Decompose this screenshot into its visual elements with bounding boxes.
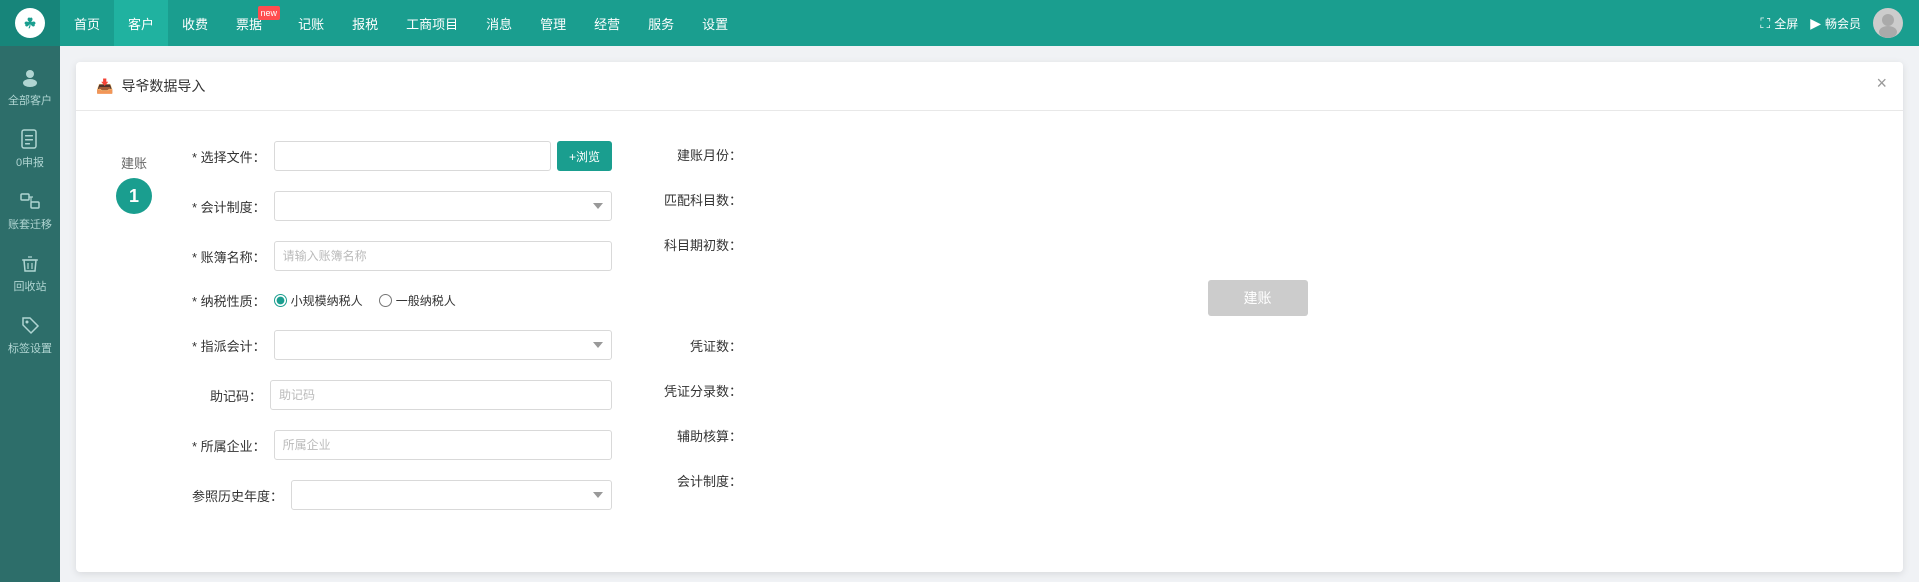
nav-item-service[interactable]: 服务	[634, 0, 688, 46]
nav-right: ⛶ 全屏 ▶ 畅会员	[1760, 8, 1919, 38]
file-input[interactable]	[274, 141, 551, 171]
sidebar: 全部客户 0申报 账套迁移 回收站 标签设置	[0, 46, 60, 582]
info-row-initial-subjects: 科目期初数：	[652, 235, 1863, 254]
panel-header: 📥 导爷数据导入	[76, 62, 1903, 111]
tax-type-row: * 纳税性质： 小规模纳税人 一般纳税人	[192, 291, 612, 310]
history-year-row: 参照历史年度：	[192, 480, 612, 510]
nav-item-clients[interactable]: 客户	[114, 0, 168, 46]
accounting-system-select[interactable]	[274, 191, 612, 221]
content-area: 📥 导爷数据导入 × 建账 1 * 选择文件：	[60, 46, 1919, 582]
accountant-label: * 指派会计：	[192, 336, 266, 355]
recycle-icon	[19, 252, 41, 274]
nav-item-tax[interactable]: 报税	[338, 0, 392, 46]
main-layout: 全部客户 0申报 账套迁移 回收站 标签设置	[0, 46, 1919, 582]
close-button[interactable]: ×	[1876, 74, 1887, 92]
fullscreen-button[interactable]: ⛶ 全屏	[1760, 15, 1798, 32]
file-input-wrap: +浏览	[274, 141, 612, 171]
top-nav: ☘ 首页 客户 收费 票据 new 记账 报税 工商项目 消息 管理	[0, 0, 1919, 46]
ledger-name-input[interactable]	[274, 241, 612, 271]
import-icon: 📥	[96, 78, 113, 95]
user-icon	[19, 66, 41, 88]
file-row: * 选择文件： +浏览	[192, 141, 612, 171]
form-area: 建账 1 * 选择文件： +浏览 * 会计制度	[76, 111, 1903, 560]
sidebar-item-ledger-migration[interactable]: 账套迁移	[0, 180, 60, 242]
month-label: 建账月份：	[652, 145, 742, 164]
ledger-name-row: * 账簿名称：	[192, 241, 612, 271]
radio-small-taxpayer[interactable]: 小规模纳税人	[274, 292, 363, 309]
sidebar-item-all-clients[interactable]: 全部客户	[0, 56, 60, 118]
right-accounting-system-label: 会计制度：	[652, 471, 742, 490]
info-row-aux-accounting: 辅助核算：	[652, 426, 1863, 445]
nav-item-message[interactable]: 消息	[472, 0, 526, 46]
nav-item-billing[interactable]: 收费	[168, 0, 222, 46]
migration-icon	[19, 190, 41, 212]
build-btn-area: 建账	[652, 280, 1863, 316]
aux-accounting-label: 辅助核算：	[652, 426, 742, 445]
info-row-voucher-count: 凭证数：	[652, 336, 1863, 355]
logo-icon: ☘	[15, 8, 45, 38]
history-year-select[interactable]	[291, 480, 612, 510]
nav-item-home[interactable]: 首页	[60, 0, 114, 46]
nav-item-manage[interactable]: 管理	[526, 0, 580, 46]
sidebar-item-zero-declaration[interactable]: 0申报	[0, 118, 60, 180]
declaration-icon	[19, 128, 41, 150]
browse-button[interactable]: +浏览	[557, 141, 612, 171]
nav-items: 首页 客户 收费 票据 new 记账 报税 工商项目 消息 管理 经营	[60, 0, 1760, 46]
company-input[interactable]	[274, 430, 612, 460]
accounting-system-row: * 会计制度：	[192, 191, 612, 221]
ledger-name-label: * 账簿名称：	[192, 247, 266, 266]
new-badge: new	[258, 6, 281, 20]
match-subjects-label: 匹配科目数：	[652, 190, 742, 209]
memo-input[interactable]	[270, 380, 612, 410]
voucher-entries-label: 凭证分录数：	[652, 381, 742, 400]
info-row-match-subjects: 匹配科目数：	[652, 190, 1863, 209]
tag-icon	[19, 314, 41, 336]
logo[interactable]: ☘	[0, 0, 60, 46]
panel-title: 导爷数据导入	[121, 76, 205, 96]
nav-item-bookkeeping[interactable]: 记账	[284, 0, 338, 46]
right-info: 建账月份： 匹配科目数： 科目期初数： 建账	[652, 141, 1863, 530]
avatar[interactable]	[1873, 8, 1903, 38]
accounting-system-label: * 会计制度：	[192, 197, 266, 216]
sidebar-item-tag-settings[interactable]: 标签设置	[0, 304, 60, 366]
nav-item-tickets[interactable]: 票据 new	[222, 0, 284, 46]
file-label: * 选择文件：	[192, 147, 266, 166]
step-section: 建账 1	[116, 141, 152, 530]
info-row-month: 建账月份：	[652, 145, 1863, 164]
info-row-voucher-entries: 凭证分录数：	[652, 381, 1863, 400]
voucher-count-label: 凭证数：	[652, 336, 742, 355]
accountant-row: * 指派会计：	[192, 330, 612, 360]
tax-radio-group: 小规模纳税人 一般纳税人	[274, 292, 456, 309]
nav-item-business[interactable]: 工商项目	[392, 0, 472, 46]
step-label: 建账	[121, 153, 147, 172]
sidebar-item-recycle[interactable]: 回收站	[0, 242, 60, 304]
build-account-button[interactable]: 建账	[1208, 280, 1308, 316]
import-panel: 📥 导爷数据导入 × 建账 1 * 选择文件：	[76, 62, 1903, 572]
nav-item-settings[interactable]: 设置	[688, 0, 742, 46]
accountant-select[interactable]	[274, 330, 612, 360]
company-label: * 所属企业：	[192, 436, 266, 455]
info-row-accounting-system: 会计制度：	[652, 471, 1863, 490]
nav-item-operation[interactable]: 经营	[580, 0, 634, 46]
tax-type-label: * 纳税性质：	[192, 291, 266, 310]
step-circle: 1	[116, 178, 152, 214]
history-year-label: 参照历史年度：	[192, 486, 283, 505]
initial-subjects-label: 科目期初数：	[652, 235, 742, 254]
form-fields: * 选择文件： +浏览 * 会计制度：	[192, 141, 612, 530]
radio-general-taxpayer[interactable]: 一般纳税人	[379, 292, 456, 309]
memo-label: 助记码：	[192, 386, 262, 405]
company-row: * 所属企业：	[192, 430, 612, 460]
memo-row: 助记码：	[192, 380, 612, 410]
member-button[interactable]: ▶ 畅会员	[1810, 15, 1861, 32]
